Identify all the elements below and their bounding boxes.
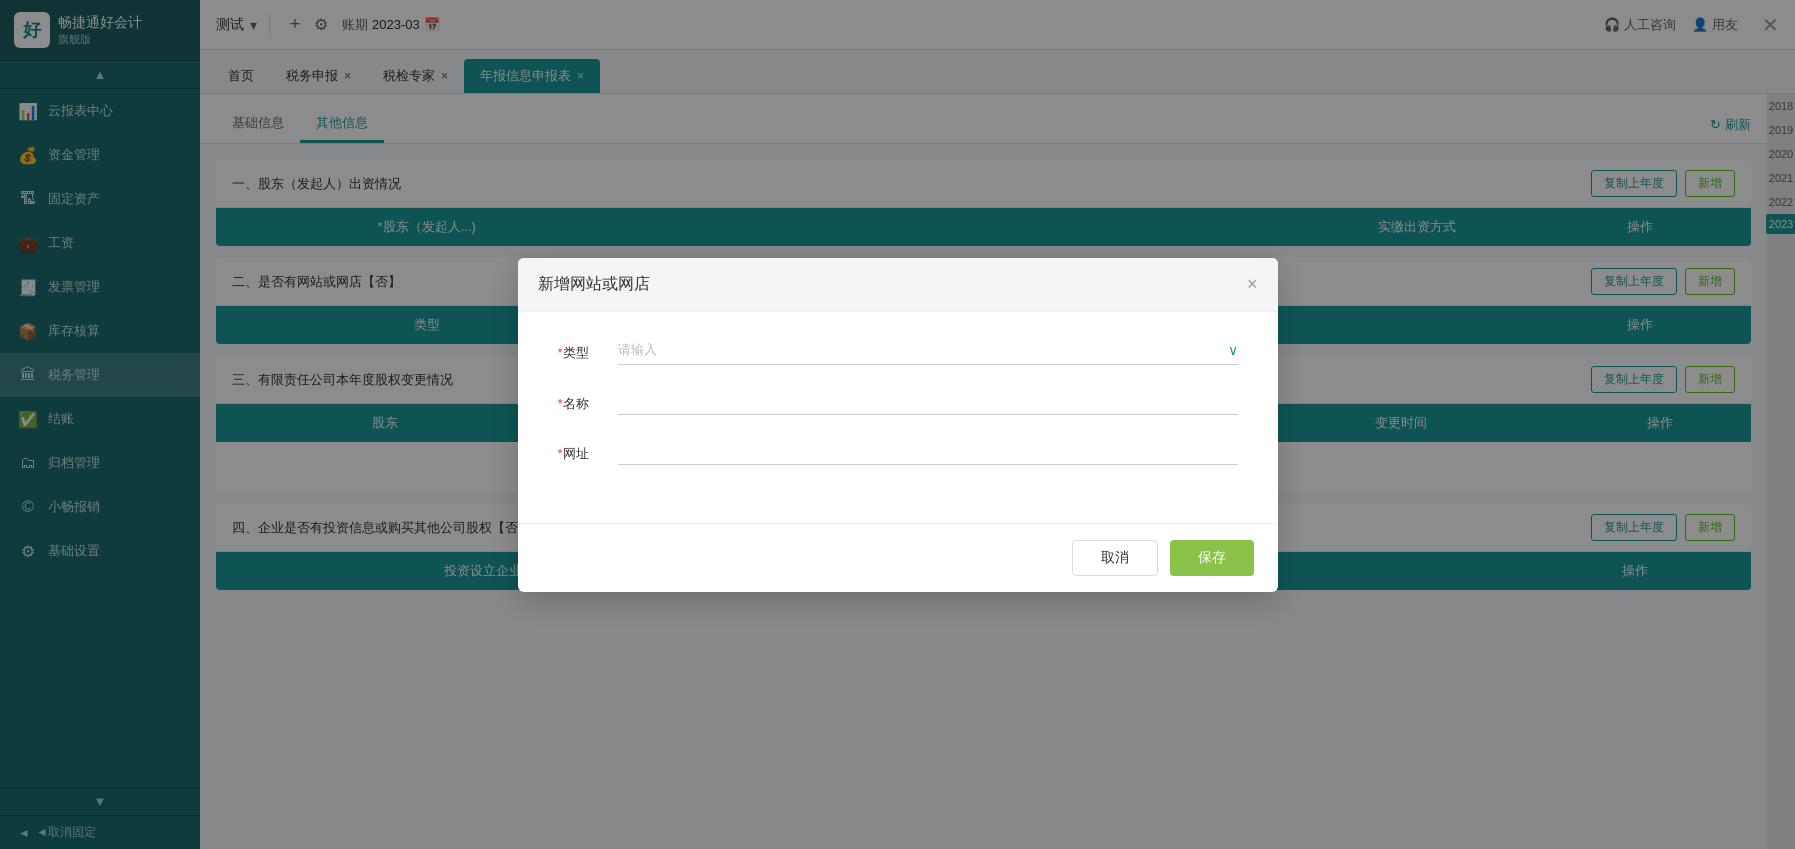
modal-overlay[interactable]: 新增网站或网店 × *类型 ∨ *名称 [0, 0, 1795, 849]
form-row-url: *网址 [558, 443, 1238, 465]
url-input[interactable] [618, 443, 1238, 458]
form-label-type: *类型 [558, 344, 618, 362]
name-input-wrap [618, 393, 1238, 415]
form-row-type: *类型 ∨ [558, 342, 1238, 365]
dialog-close-button[interactable]: × [1247, 274, 1258, 295]
name-input[interactable] [618, 393, 1238, 408]
dialog-header: 新增网站或网店 × [518, 258, 1278, 312]
add-website-dialog: 新增网站或网店 × *类型 ∨ *名称 [518, 258, 1278, 592]
dialog-footer: 取消 保存 [518, 523, 1278, 592]
type-input-wrap: ∨ [618, 342, 1238, 365]
save-button[interactable]: 保存 [1170, 540, 1254, 576]
cancel-button[interactable]: 取消 [1072, 540, 1158, 576]
type-input[interactable] [618, 342, 1228, 357]
dropdown-icon[interactable]: ∨ [1228, 342, 1238, 358]
form-row-name: *名称 [558, 393, 1238, 415]
url-input-wrap [618, 443, 1238, 465]
dialog-title: 新增网站或网店 [538, 274, 650, 295]
dialog-body: *类型 ∨ *名称 *网址 [518, 312, 1278, 523]
form-label-url: *网址 [558, 445, 618, 463]
form-label-name: *名称 [558, 395, 618, 413]
